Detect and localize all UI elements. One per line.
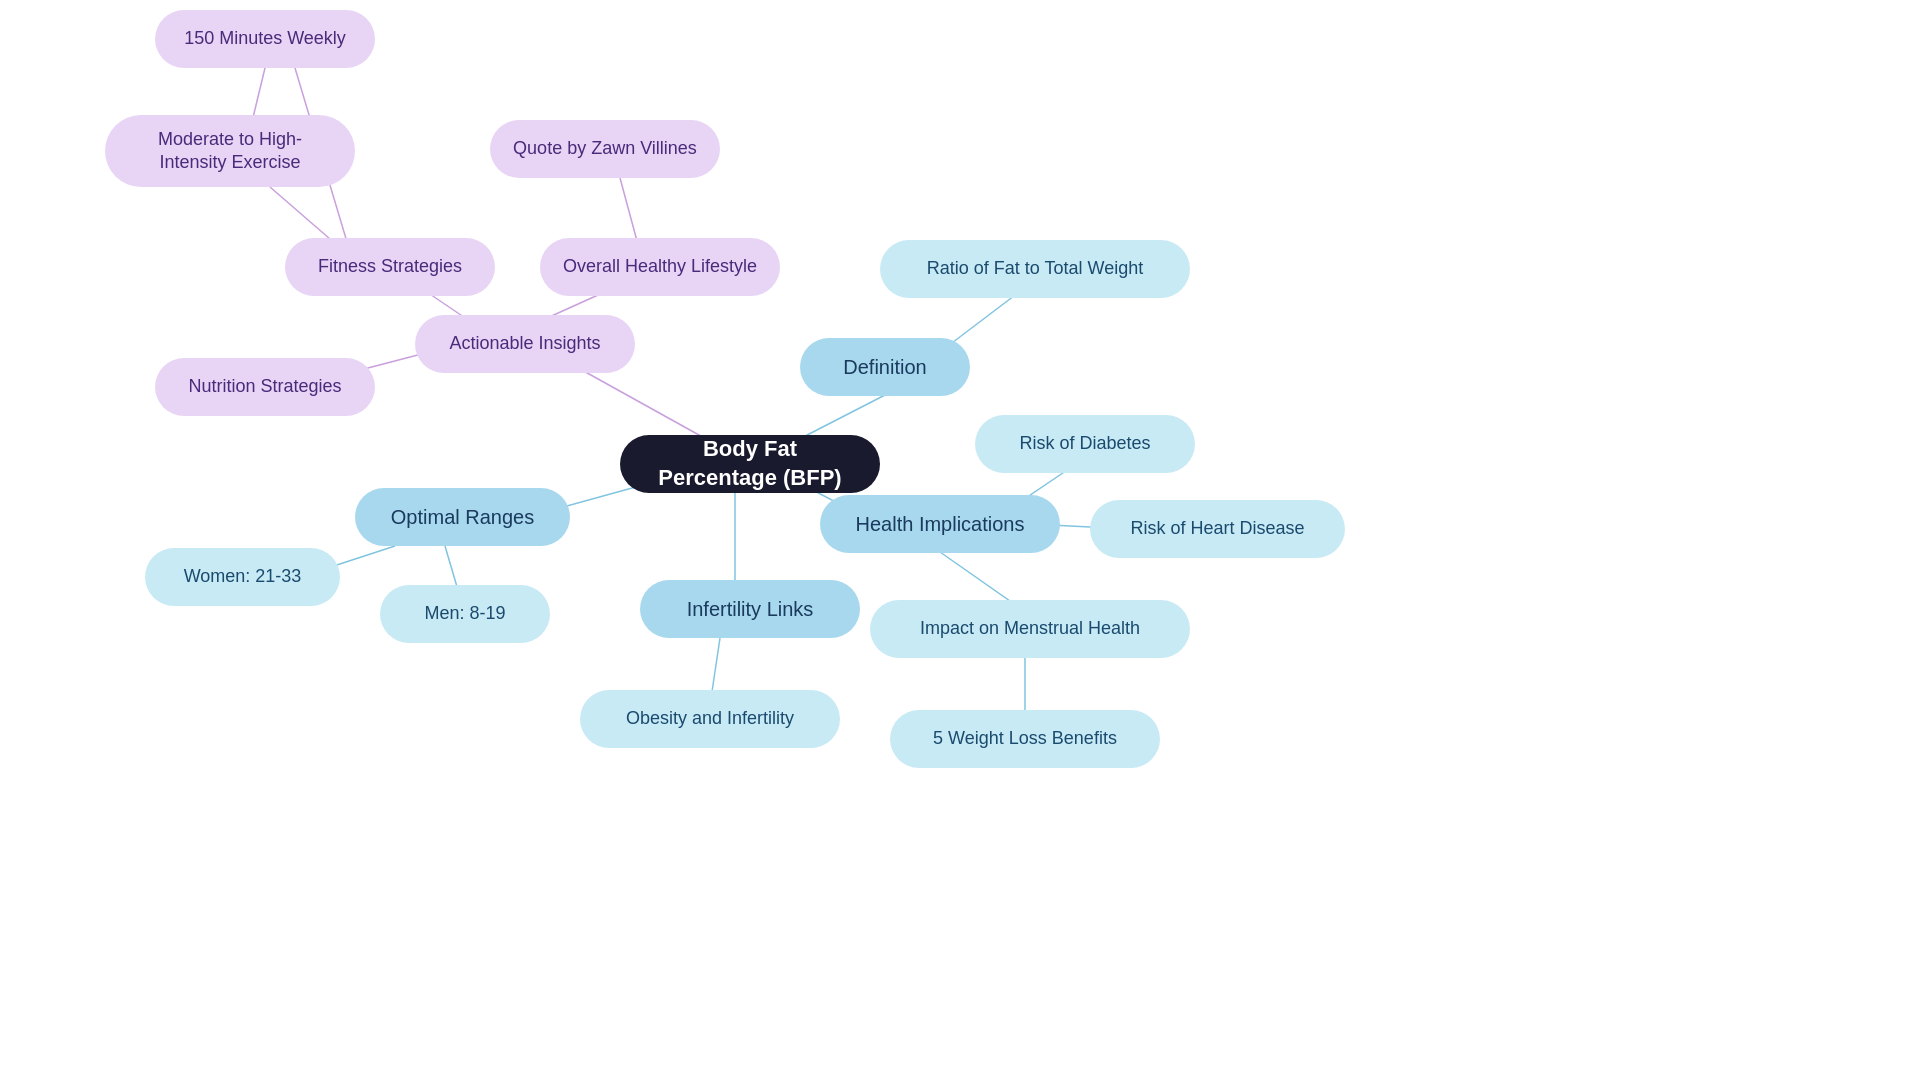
node-nutrition[interactable]: Nutrition Strategies xyxy=(155,358,375,416)
center-node[interactable]: Body Fat Percentage (BFP) xyxy=(620,435,880,493)
node-weightloss[interactable]: 5 Weight Loss Benefits xyxy=(890,710,1160,768)
node-men[interactable]: Men: 8-19 xyxy=(380,585,550,643)
node-actionable[interactable]: Actionable Insights xyxy=(415,315,635,373)
node-women[interactable]: Women: 21-33 xyxy=(145,548,340,606)
node-health[interactable]: Health Implications xyxy=(820,495,1060,553)
node-menstrual[interactable]: Impact on Menstrual Health xyxy=(870,600,1190,658)
node-infertility[interactable]: Infertility Links xyxy=(640,580,860,638)
node-ratio[interactable]: Ratio of Fat to Total Weight xyxy=(880,240,1190,298)
node-definition[interactable]: Definition xyxy=(800,338,970,396)
node-exercise[interactable]: Moderate to High-Intensity Exercise xyxy=(105,115,355,187)
node-quote[interactable]: Quote by Zawn Villines xyxy=(490,120,720,178)
node-optimal[interactable]: Optimal Ranges xyxy=(355,488,570,546)
node-minutes[interactable]: 150 Minutes Weekly xyxy=(155,10,375,68)
node-diabetes[interactable]: Risk of Diabetes xyxy=(975,415,1195,473)
node-fitness[interactable]: Fitness Strategies xyxy=(285,238,495,296)
node-lifestyle[interactable]: Overall Healthy Lifestyle xyxy=(540,238,780,296)
node-heart[interactable]: Risk of Heart Disease xyxy=(1090,500,1345,558)
node-obesity[interactable]: Obesity and Infertility xyxy=(580,690,840,748)
